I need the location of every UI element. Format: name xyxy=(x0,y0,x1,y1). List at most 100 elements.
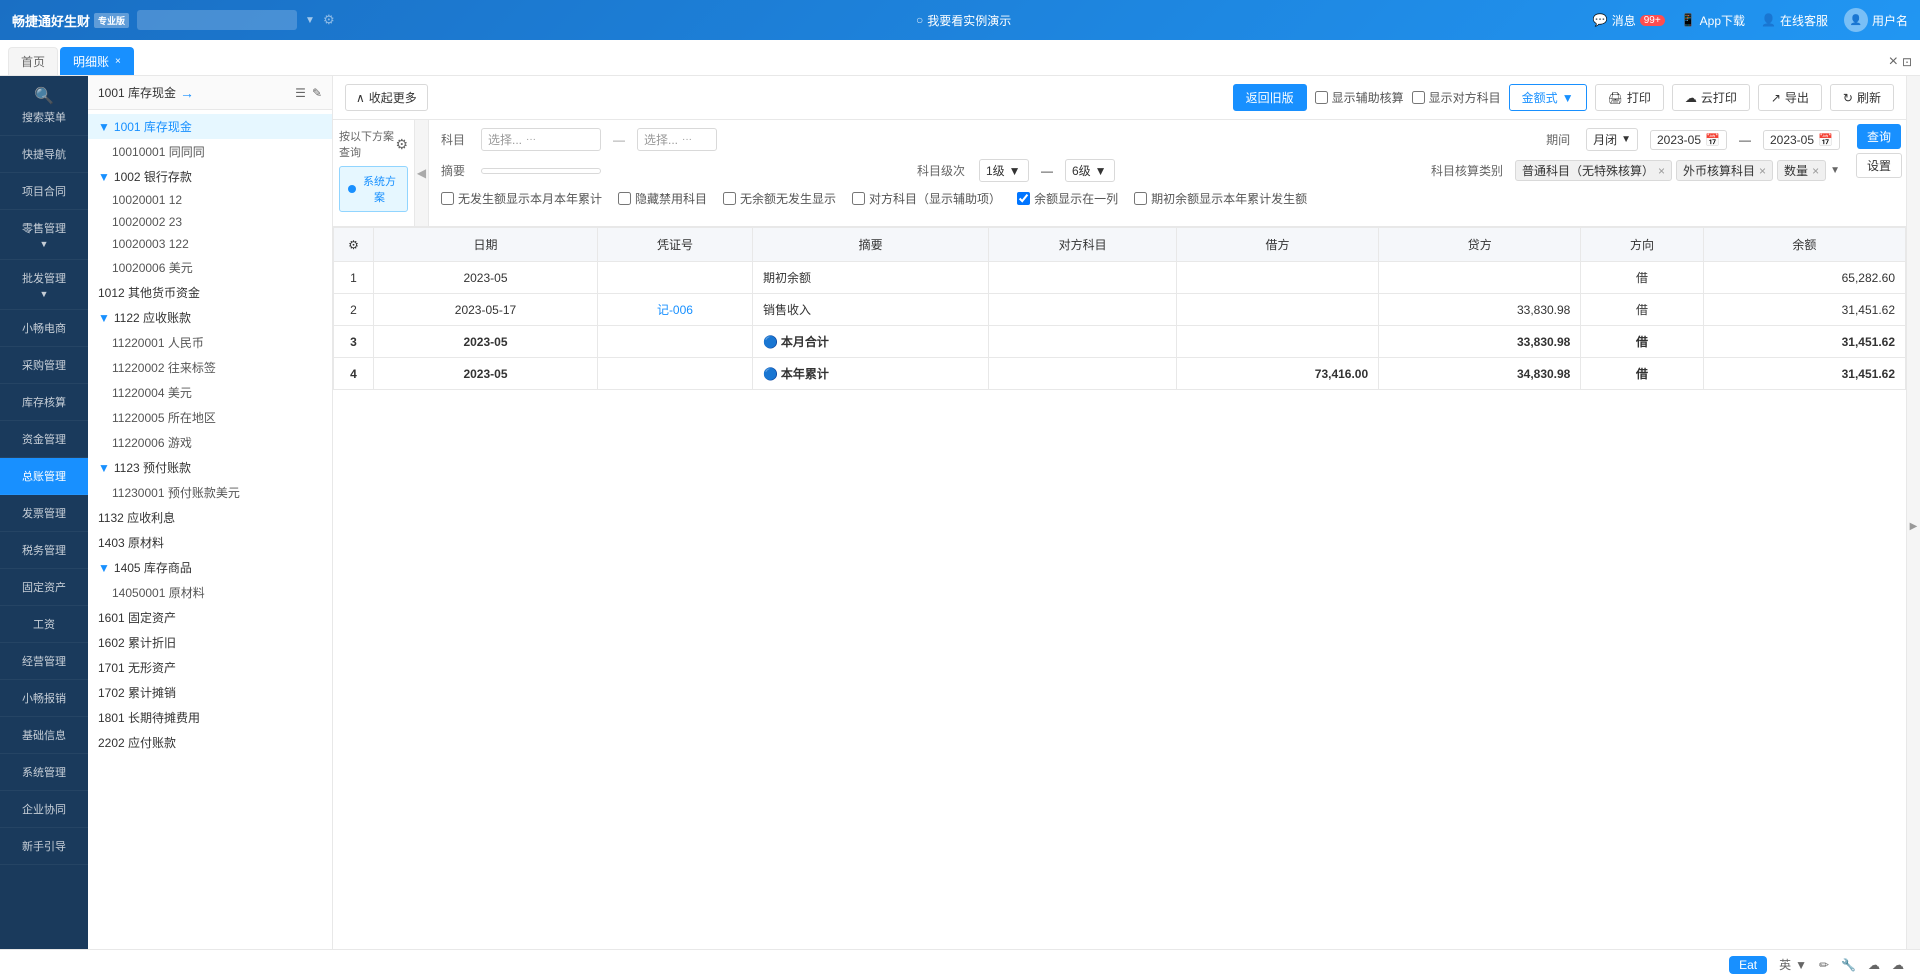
tree-item-1012[interactable]: 1012 其他货币资金 xyxy=(88,280,332,305)
tree-item-10010001[interactable]: 10010001 同同同 xyxy=(88,139,332,164)
top-search-input[interactable] xyxy=(137,10,297,30)
sidebar-item-operations[interactable]: 经营管理 xyxy=(0,643,88,680)
query-btn[interactable]: 查询 xyxy=(1857,124,1901,149)
sidebar-item-tax[interactable]: 税务管理 xyxy=(0,532,88,569)
sidebar-item-search[interactable]: 🔍 搜索菜单 xyxy=(0,76,88,136)
tree-item-1122[interactable]: ▼1122 应收账款 xyxy=(88,305,332,330)
demo-link[interactable]: ○ 我要看实例演示 xyxy=(916,12,1011,29)
sidebar-item-invoice[interactable]: 发票管理 xyxy=(0,495,88,532)
tree-item-11220004[interactable]: 11220004 美元 xyxy=(88,380,332,405)
sidebar-item-cooperation[interactable]: 企业协同 xyxy=(0,791,88,828)
tree-item-1002[interactable]: ▼1002 银行存款 xyxy=(88,164,332,189)
check-hide-disabled[interactable]: 隐藏禁用科目 xyxy=(618,190,707,207)
sidebar-item-reports[interactable]: 小畅报销 xyxy=(0,680,88,717)
cloud-print-btn[interactable]: ☁ 云打印 xyxy=(1672,84,1750,111)
sidebar-item-assets[interactable]: 固定资产 xyxy=(0,569,88,606)
level-start-select[interactable]: 1级 ▼ xyxy=(979,159,1029,182)
check-one-col[interactable]: 余额显示在一列 xyxy=(1017,190,1118,207)
tree-item-1601[interactable]: 1601 固定资产 xyxy=(88,605,332,630)
tag-foreign-close[interactable]: × xyxy=(1759,164,1766,178)
app-download-btn[interactable]: 📱 App下载 xyxy=(1681,12,1745,29)
refresh-btn[interactable]: ↻ 刷新 xyxy=(1830,84,1894,111)
lang-btn[interactable]: 英 ▼ xyxy=(1779,956,1807,973)
filter-settings-icon[interactable]: ⚙ xyxy=(395,136,408,153)
tree-item-1702[interactable]: 1702 累计摊销 xyxy=(88,680,332,705)
dropdown-arrow-icon[interactable]: ▼ xyxy=(305,15,315,26)
online-service-btn[interactable]: 👤 在线客服 xyxy=(1761,12,1828,29)
status-settings-icon[interactable]: 🔧 xyxy=(1841,958,1856,972)
tree-item-10020001[interactable]: 10020001 12 xyxy=(88,189,332,211)
subject-end-input[interactable]: 选择... ··· xyxy=(637,128,717,151)
show-aux-check-label[interactable]: 显示辅助核算 xyxy=(1315,89,1404,106)
tree-edit-icon[interactable]: ✎ xyxy=(312,86,322,100)
sidebar-item-purchase[interactable]: 采购管理 xyxy=(0,347,88,384)
expand-more-btn[interactable]: ∧ 收起更多 xyxy=(345,84,428,111)
subject-input-wrap[interactable]: 选择... ··· xyxy=(481,128,601,151)
tag-quantity-close[interactable]: × xyxy=(1812,164,1819,178)
account-nav-arrow[interactable]: → xyxy=(180,85,194,101)
period-start-input[interactable]: 2023-05 📅 xyxy=(1650,130,1727,150)
level-end-select[interactable]: 6级 ▼ xyxy=(1065,159,1115,182)
voucher-link[interactable]: 记-006 xyxy=(657,303,693,317)
col-settings[interactable]: ⚙ xyxy=(334,228,374,262)
sidebar-item-ecommerce[interactable]: 小畅电商 xyxy=(0,310,88,347)
tree-item-11220001[interactable]: 11220001 人民币 xyxy=(88,330,332,355)
check-no-remain[interactable]: 无余额无发生显示 xyxy=(723,190,836,207)
no-balance-checkbox[interactable] xyxy=(441,192,454,205)
filter-scheme-btn[interactable]: 系统方案 xyxy=(339,166,408,212)
eat-button[interactable]: Eat xyxy=(1729,956,1767,974)
tree-item-1701[interactable]: 1701 无形资产 xyxy=(88,655,332,680)
tab-close-icon[interactable]: × xyxy=(115,56,121,67)
export-btn[interactable]: ↗ 导出 xyxy=(1758,84,1822,111)
tree-item-1405[interactable]: ▼1405 库存商品 xyxy=(88,555,332,580)
tag-normal-close[interactable]: × xyxy=(1658,164,1665,178)
check-no-balance[interactable]: 无发生额显示本月本年累计 xyxy=(441,190,602,207)
tree-item-10020002[interactable]: 10020002 23 xyxy=(88,211,332,233)
sidebar-item-guide[interactable]: 新手引导 xyxy=(0,828,88,865)
tree-item-11220005[interactable]: 11220005 所在地区 xyxy=(88,405,332,430)
status-cloud1-icon[interactable]: ☁ xyxy=(1868,958,1880,972)
return-old-btn[interactable]: 返回旧版 xyxy=(1233,84,1307,111)
show-aux-checkbox[interactable] xyxy=(1315,91,1328,104)
message-btn[interactable]: 💬 消息 99+ xyxy=(1593,12,1665,29)
tab-close-window-icon[interactable]: × xyxy=(1889,53,1898,71)
show-contra-checkbox[interactable] xyxy=(1412,91,1425,104)
status-cloud2-icon[interactable]: ☁ xyxy=(1892,958,1904,972)
period-end-input[interactable]: 2023-05 📅 xyxy=(1763,130,1840,150)
status-edit-icon[interactable]: ✏ xyxy=(1819,958,1829,972)
check-ytd[interactable]: 期初余额显示本年累计发生额 xyxy=(1134,190,1307,207)
sidebar-item-capital[interactable]: 资金管理 xyxy=(0,421,88,458)
tree-item-11220002[interactable]: 11220002 往来标签 xyxy=(88,355,332,380)
sidebar-item-wholesale[interactable]: 批发管理 ▼ xyxy=(0,260,88,310)
format-btn[interactable]: 金额式 ▼ xyxy=(1509,84,1587,111)
tab-detail[interactable]: 明细账 × xyxy=(60,47,134,75)
contra-checkbox[interactable] xyxy=(852,192,865,205)
tree-item-14050001[interactable]: 14050001 原材料 xyxy=(88,580,332,605)
sidebar-item-ledger[interactable]: 总账管理 xyxy=(0,458,88,495)
sidebar-item-basic[interactable]: 基础信息 xyxy=(0,717,88,754)
tree-item-1132[interactable]: 1132 应收利息 xyxy=(88,505,332,530)
ytd-checkbox[interactable] xyxy=(1134,192,1147,205)
sidebar-item-retail[interactable]: 零售管理 ▼ xyxy=(0,210,88,260)
print-btn[interactable]: 🖨 打印 xyxy=(1595,84,1664,111)
filter-settings-btn[interactable]: 设置 xyxy=(1856,153,1902,178)
tree-item-1403[interactable]: 1403 原材料 xyxy=(88,530,332,555)
tab-home[interactable]: 首页 xyxy=(8,47,58,75)
show-contra-check-label[interactable]: 显示对方科目 xyxy=(1412,89,1501,106)
tree-item-2202[interactable]: 2202 应付账款 xyxy=(88,730,332,755)
one-col-checkbox[interactable] xyxy=(1017,192,1030,205)
no-remain-checkbox[interactable] xyxy=(723,192,736,205)
tree-item-10020003[interactable]: 10020003 122 xyxy=(88,233,332,255)
sidebar-item-system[interactable]: 系统管理 xyxy=(0,754,88,791)
sidebar-item-quick[interactable]: 快捷导航 xyxy=(0,136,88,173)
check-contra[interactable]: 对方科目（显示辅助项） xyxy=(852,190,1001,207)
tree-item-1801[interactable]: 1801 长期待摊费用 xyxy=(88,705,332,730)
filter-collapse-btn[interactable]: ◀ xyxy=(415,120,429,226)
tree-item-11220006[interactable]: 11220006 游戏 xyxy=(88,430,332,455)
user-area[interactable]: 👤 用户名 xyxy=(1844,8,1908,32)
tab-expand-icon[interactable]: ⊡ xyxy=(1902,55,1912,69)
tree-item-10020006[interactable]: 10020006 美元 xyxy=(88,255,332,280)
right-collapse-btn[interactable]: ▶ xyxy=(1906,76,1920,979)
tree-list-icon[interactable]: ☰ xyxy=(295,86,306,100)
tree-item-1001[interactable]: ▼1001 库存现金 xyxy=(88,114,332,139)
